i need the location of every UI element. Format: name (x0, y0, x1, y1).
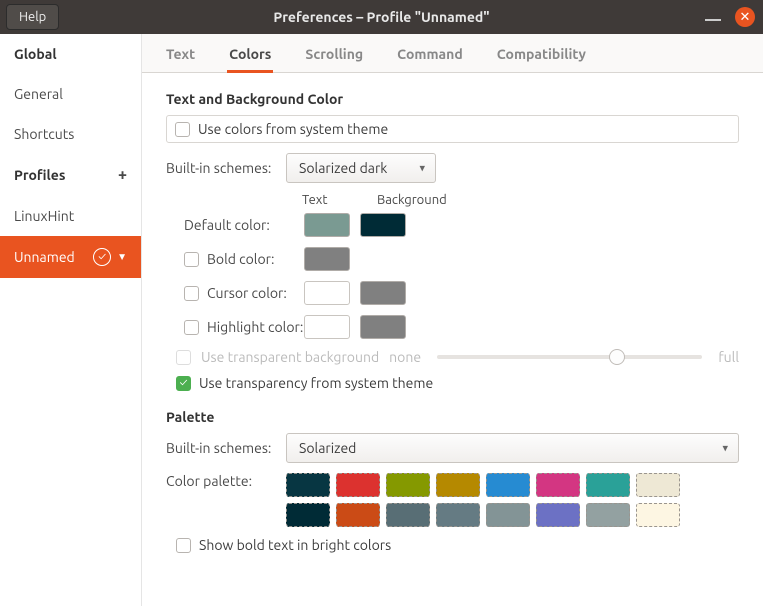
titlebar: Help Preferences – Profile "Unnamed" ✕ (0, 0, 763, 34)
builtin-schemes-label: Built-in schemes: (166, 160, 286, 176)
bold-color-label: Bold color: (207, 251, 274, 267)
minimize-icon[interactable] (705, 19, 721, 21)
highlight-color-row[interactable]: Highlight color: (176, 319, 304, 335)
use-transparency-system-row[interactable]: ✓ Use transparency from system theme (166, 375, 739, 391)
close-icon[interactable]: ✕ (735, 7, 755, 27)
palette-grid (286, 473, 680, 527)
color-palette-label: Color palette: (166, 473, 286, 489)
palette-color-13[interactable] (536, 503, 580, 527)
tabs: Text Colors Scrolling Command Compatibil… (142, 34, 763, 73)
tab-compatibility[interactable]: Compatibility (497, 46, 586, 72)
highlight-color-label: Highlight color: (207, 319, 303, 335)
default-bg-color[interactable] (360, 213, 406, 237)
col-header-text: Text (302, 193, 357, 207)
slider-thumb (609, 349, 625, 365)
bold-text-color[interactable] (304, 247, 350, 271)
show-bold-bright-row[interactable]: Show bold text in bright colors (166, 537, 739, 553)
use-transparency-system-label: Use transparency from system theme (199, 375, 433, 391)
cursor-text-color[interactable] (304, 281, 350, 305)
palette-color-3[interactable] (436, 473, 480, 497)
default-color-label: Default color: (176, 217, 304, 233)
palette-color-7[interactable] (636, 473, 680, 497)
cursor-color-row[interactable]: Cursor color: (176, 285, 304, 301)
cursor-color-label: Cursor color: (207, 285, 287, 301)
palette-color-14[interactable] (586, 503, 630, 527)
transparent-bg-label: Use transparent background (201, 349, 379, 365)
col-header-background: Background (377, 193, 432, 207)
use-system-theme-label: Use colors from system theme (198, 121, 388, 137)
palette-color-6[interactable] (586, 473, 630, 497)
tab-text[interactable]: Text (166, 46, 195, 72)
section-palette-title: Palette (166, 409, 739, 425)
use-system-theme-checkbox[interactable]: Use colors from system theme (166, 115, 739, 143)
palette-color-12[interactable] (486, 503, 530, 527)
checkbox-icon (176, 538, 191, 553)
palette-color-15[interactable] (636, 503, 680, 527)
default-text-color[interactable] (304, 213, 350, 237)
highlight-text-color[interactable] (304, 315, 350, 339)
bold-color-row[interactable]: Bold color: (176, 251, 304, 267)
sidebar-item-unnamed[interactable]: Unnamed ✓ ▼ (0, 236, 141, 278)
slider-full-label: full (718, 349, 739, 365)
palette-color-4[interactable] (486, 473, 530, 497)
palette-color-0[interactable] (286, 473, 330, 497)
checkbox-icon (184, 320, 199, 335)
cursor-bg-color[interactable] (360, 281, 406, 305)
checkbox-icon (175, 122, 190, 137)
sidebar: Global General Shortcuts Profiles + Linu… (0, 34, 142, 606)
sidebar-profiles: Profiles + (0, 154, 141, 196)
checkbox-icon (184, 252, 199, 267)
sidebar-item-general[interactable]: General (0, 74, 141, 114)
palette-color-10[interactable] (386, 503, 430, 527)
checkbox-icon (184, 286, 199, 301)
selected-check-icon: ✓ (93, 248, 111, 266)
highlight-bg-color[interactable] (360, 315, 406, 339)
builtin-scheme-dropdown[interactable]: Solarized dark (286, 153, 436, 183)
transparent-bg-row: Use transparent background none full (166, 349, 739, 365)
show-bold-bright-label: Show bold text in bright colors (199, 537, 391, 553)
add-profile-icon[interactable]: + (118, 166, 127, 184)
palette-color-2[interactable] (386, 473, 430, 497)
palette-builtin-label: Built-in schemes: (166, 440, 286, 456)
palette-color-11[interactable] (436, 503, 480, 527)
palette-color-9[interactable] (336, 503, 380, 527)
tab-colors[interactable]: Colors (229, 46, 271, 72)
sidebar-item-label: Unnamed (14, 249, 75, 265)
help-menu[interactable]: Help (6, 4, 59, 30)
transparency-slider (437, 355, 702, 359)
profile-menu-icon[interactable]: ▼ (117, 251, 127, 263)
profiles-label: Profiles (14, 167, 65, 183)
sidebar-global: Global (0, 34, 141, 74)
palette-scheme-dropdown[interactable]: Solarized (286, 433, 739, 463)
palette-color-1[interactable] (336, 473, 380, 497)
tab-scrolling[interactable]: Scrolling (305, 46, 363, 72)
sidebar-item-linuxhint[interactable]: LinuxHint (0, 196, 141, 236)
checkbox-icon (176, 350, 191, 365)
window-title: Preferences – Profile "Unnamed" (273, 9, 489, 25)
slider-none-label: none (389, 349, 421, 365)
palette-color-8[interactable] (286, 503, 330, 527)
main-panel: Text Colors Scrolling Command Compatibil… (142, 34, 763, 606)
palette-color-5[interactable] (536, 473, 580, 497)
section-text-bg-title: Text and Background Color (166, 91, 739, 107)
tab-command[interactable]: Command (397, 46, 463, 72)
sidebar-item-shortcuts[interactable]: Shortcuts (0, 114, 141, 154)
checkbox-checked-icon: ✓ (176, 376, 191, 391)
